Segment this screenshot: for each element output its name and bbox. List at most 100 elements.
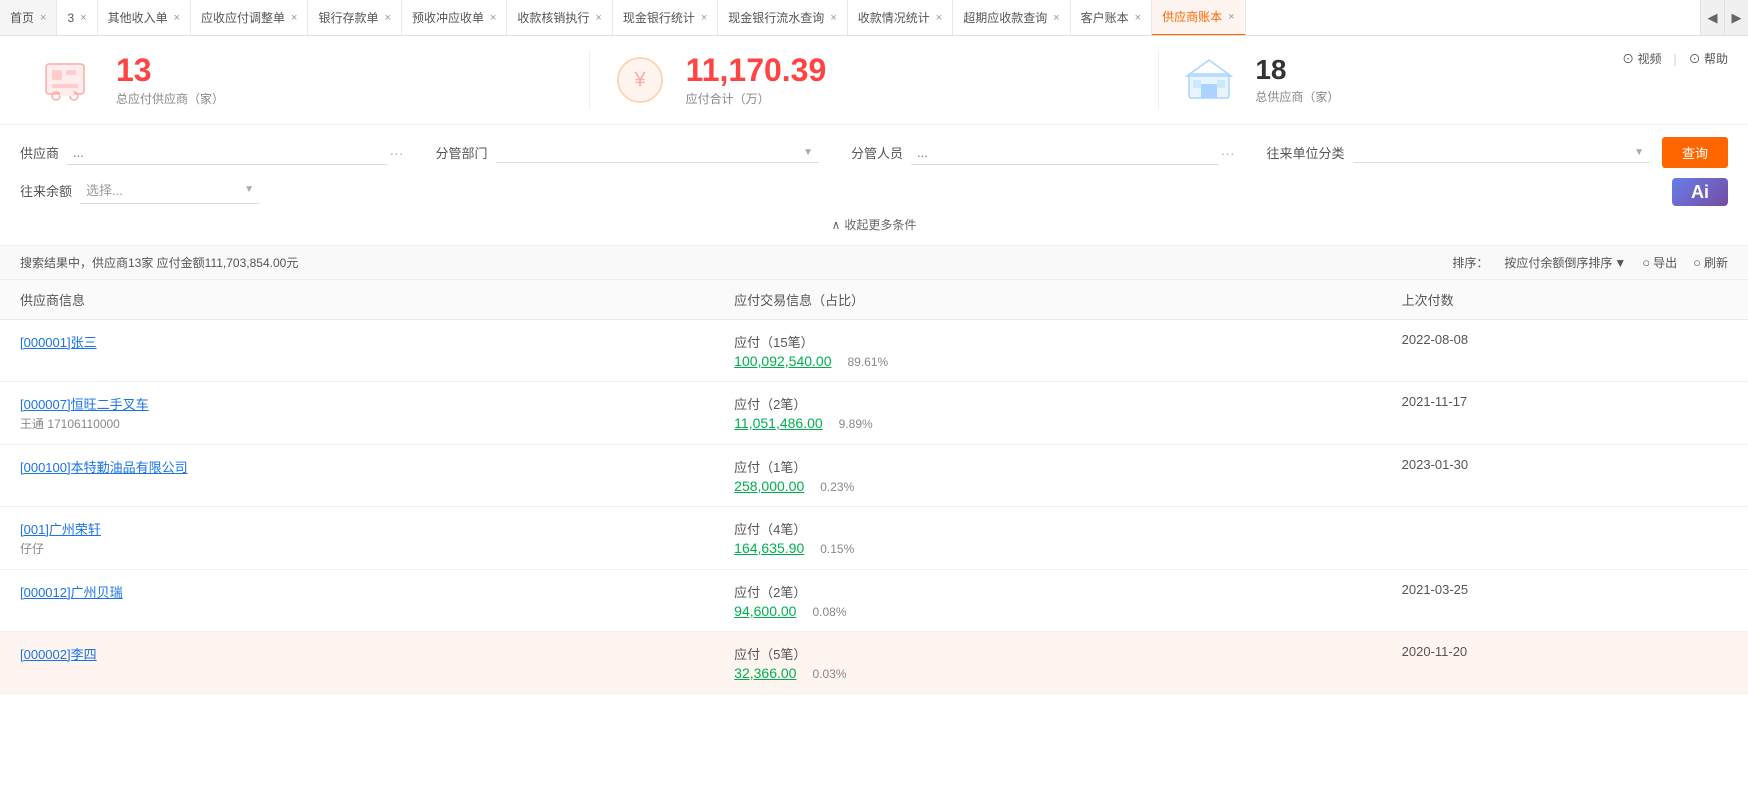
transaction-cell: 应付（2笔） 94,600.00 0.08% xyxy=(714,570,1381,632)
person-filter-dots[interactable]: ··· xyxy=(1221,145,1235,161)
nav-tab-ar-ap-adjust[interactable]: 应收应付调整单 × xyxy=(191,0,308,36)
svg-text:¥: ¥ xyxy=(633,69,646,91)
nav-tab-customer-account-label: 客户账本 xyxy=(1081,9,1129,26)
nav-tab-home[interactable]: 首页 × xyxy=(0,0,57,36)
last-payment-cell: 2021-03-25 xyxy=(1382,570,1748,632)
last-payment-date: 2023-01-30 xyxy=(1402,457,1469,472)
transaction-cell: 应付（5笔） 32,366.00 0.03% xyxy=(714,632,1381,694)
nav-tab-cash-bank-stat[interactable]: 现金银行统计 × xyxy=(613,0,718,36)
nav-tab-collection-stat-close[interactable]: × xyxy=(936,12,942,24)
supplier-cell: [001]广州荣轩 仔仔 xyxy=(0,507,714,570)
data-table: 供应商信息 应付交易信息（占比） 上次付数 [000001]张三 xyxy=(0,280,1748,694)
stat-label-amount: 应付合计（万） xyxy=(686,90,827,107)
nav-arrow-left[interactable]: ◀ xyxy=(1700,0,1724,36)
nav-tab-cash-bank-stat-label: 现金银行统计 xyxy=(623,9,695,26)
nav-tab-other-income-close[interactable]: × xyxy=(174,12,180,24)
refresh-label: 刷新 xyxy=(1704,254,1728,271)
nav-tab-cash-bank-stat-close[interactable]: × xyxy=(701,12,707,24)
dept-chevron-icon: ▼ xyxy=(803,147,813,158)
filter-area: 供应商 ··· 分管部门 ▼ 分管人员 ··· 往来单位分类 xyxy=(0,125,1748,246)
balance-filter-select[interactable]: 选择... ▼ xyxy=(80,176,260,204)
help-btn[interactable]: ⊙ 帮助 xyxy=(1689,50,1728,67)
header-actions: ⊙ 视频 | ⊙ 帮助 xyxy=(1622,50,1728,67)
nav-tab-bank-deposit-close[interactable]: × xyxy=(385,12,391,24)
top-navigation: 首页 × 3 × 其他收入单 × 应收应付调整单 × 银行存款单 × 预收冲应收… xyxy=(0,0,1748,36)
supplier-link[interactable]: [000007]恒旺二手叉车 xyxy=(20,397,149,412)
nav-tab-bank-deposit-label: 银行存款单 xyxy=(318,9,378,26)
nav-tab-ar-ap-close[interactable]: × xyxy=(291,12,297,24)
category-filter-label: 往来单位分类 xyxy=(1267,143,1345,162)
last-payment-cell: 2022-08-08 xyxy=(1382,320,1748,382)
supplier-filter-dots[interactable]: ··· xyxy=(390,145,404,161)
table-row: [000001]张三 应付（15笔） 100,092,540.00 89.61%… xyxy=(0,320,1748,382)
supplier-cell: [000012]广州贝瑞 xyxy=(0,570,714,632)
tx-amount[interactable]: 164,635.90 xyxy=(734,540,804,556)
nav-tab-customer-account[interactable]: 客户账本 × xyxy=(1071,0,1152,36)
nav-arrows: ◀ ▶ xyxy=(1700,0,1748,36)
nav-tab-collection-stat-label: 收款情况统计 xyxy=(858,9,930,26)
nav-tab-collection-stat[interactable]: 收款情况统计 × xyxy=(848,0,953,36)
video-help-btn[interactable]: ⊙ 视频 xyxy=(1622,50,1661,67)
balance-placeholder: 选择... xyxy=(86,180,123,199)
nav-tab-overdue-ar[interactable]: 超期应收款查询 × xyxy=(953,0,1070,36)
supplier-cell: [000007]恒旺二手叉车 王通 17106110000 xyxy=(0,382,714,445)
supplier-link[interactable]: [000012]广州贝瑞 xyxy=(20,585,123,600)
stat-number-total: 18 xyxy=(1255,55,1339,86)
supplier-cell: [000002]李四 xyxy=(0,632,714,694)
supplier-link[interactable]: [000100]本特勤油品有限公司 xyxy=(20,460,188,475)
nav-tab-customer-account-close[interactable]: × xyxy=(1135,12,1141,24)
tx-amount[interactable]: 94,600.00 xyxy=(734,603,796,619)
nav-tab-collection-exec[interactable]: 收款核销执行 × xyxy=(507,0,612,36)
export-btn[interactable]: ○ 导出 xyxy=(1642,254,1677,271)
category-filter-select[interactable]: ▼ xyxy=(1353,143,1650,163)
nav-tab-supplier-account[interactable]: 供应商账本 × xyxy=(1152,0,1245,36)
filter-supplier: 供应商 ··· xyxy=(20,141,404,165)
nav-tab-other-income[interactable]: 其他收入单 × xyxy=(98,0,191,36)
nav-tab-supplier-account-close[interactable]: × xyxy=(1228,11,1234,23)
nav-tab-overdue-ar-label: 超期应收款查询 xyxy=(963,9,1047,26)
filter-row-1: 供应商 ··· 分管部门 ▼ 分管人员 ··· 往来单位分类 xyxy=(20,137,1728,168)
nav-tab-collection-exec-close[interactable]: × xyxy=(595,12,601,24)
nav-tab-advance-collect-close[interactable]: × xyxy=(490,12,496,24)
supplier-link[interactable]: [000001]张三 xyxy=(20,335,97,350)
nav-tab-bank-deposit[interactable]: 银行存款单 × xyxy=(308,0,401,36)
table-row: [000012]广州贝瑞 应付（2笔） 94,600.00 0.08% 2021… xyxy=(0,570,1748,632)
col-transaction: 应付交易信息（占比） xyxy=(714,280,1381,320)
nav-tab-overdue-ar-close[interactable]: × xyxy=(1053,12,1059,24)
last-payment-date: 2021-11-17 xyxy=(1402,394,1468,409)
nav-tab-3-close[interactable]: × xyxy=(80,12,86,24)
refresh-icon: ○ xyxy=(1693,255,1701,270)
supplier-link[interactable]: [000002]李四 xyxy=(20,647,97,662)
nav-tab-supplier-account-label: 供应商账本 xyxy=(1162,8,1222,25)
supplier-cell: [000100]本特勤油品有限公司 xyxy=(0,445,714,507)
dept-filter-select[interactable]: ▼ xyxy=(496,143,819,163)
transaction-cell: 应付（15笔） 100,092,540.00 89.61% xyxy=(714,320,1381,382)
ai-badge[interactable]: Ai xyxy=(1672,178,1728,206)
supplier-sub-info: 仔仔 xyxy=(20,540,694,557)
refresh-btn[interactable]: ○ 刷新 xyxy=(1693,254,1728,271)
transaction-cell: 应付（4笔） 164,635.90 0.15% xyxy=(714,507,1381,570)
tx-amount[interactable]: 32,366.00 xyxy=(734,665,796,681)
nav-tab-3[interactable]: 3 × xyxy=(57,0,97,36)
tx-amount[interactable]: 100,092,540.00 xyxy=(734,353,831,369)
stat-block-suppliers: 13 总应付供应商（家） xyxy=(20,50,589,110)
nav-arrow-right[interactable]: ▶ xyxy=(1724,0,1748,36)
tx-percent: 9.89% xyxy=(839,417,873,431)
tx-percent: 0.23% xyxy=(820,480,854,494)
sort-select[interactable]: 按应付余额倒序排序 ▼ xyxy=(1504,254,1626,271)
nav-tab-collection-exec-label: 收款核销执行 xyxy=(517,9,589,26)
supplier-link[interactable]: [001]广州荣轩 xyxy=(20,522,101,537)
person-filter-input[interactable] xyxy=(911,141,1218,165)
tx-amount[interactable]: 258,000.00 xyxy=(734,478,804,494)
supplier-cell: [000001]张三 xyxy=(0,320,714,382)
nav-tab-cash-bank-flow[interactable]: 现金银行流水查询 × xyxy=(718,0,847,36)
supplier-filter-input[interactable] xyxy=(67,141,387,165)
search-button[interactable]: 查询 xyxy=(1662,137,1728,168)
nav-tab-cash-bank-flow-close[interactable]: × xyxy=(830,12,836,24)
nav-tab-advance-collect[interactable]: 预收冲应收单 × xyxy=(402,0,507,36)
nav-tab-home-close[interactable]: × xyxy=(40,12,46,24)
collapse-filter-btn[interactable]: ∧ 收起更多条件 xyxy=(820,212,929,237)
export-icon: ○ xyxy=(1642,255,1650,270)
tx-amount[interactable]: 11,051,486.00 xyxy=(734,415,823,431)
stats-header: 13 总应付供应商（家） ¥ 11,170.39 应付合计（万） xyxy=(0,36,1748,125)
